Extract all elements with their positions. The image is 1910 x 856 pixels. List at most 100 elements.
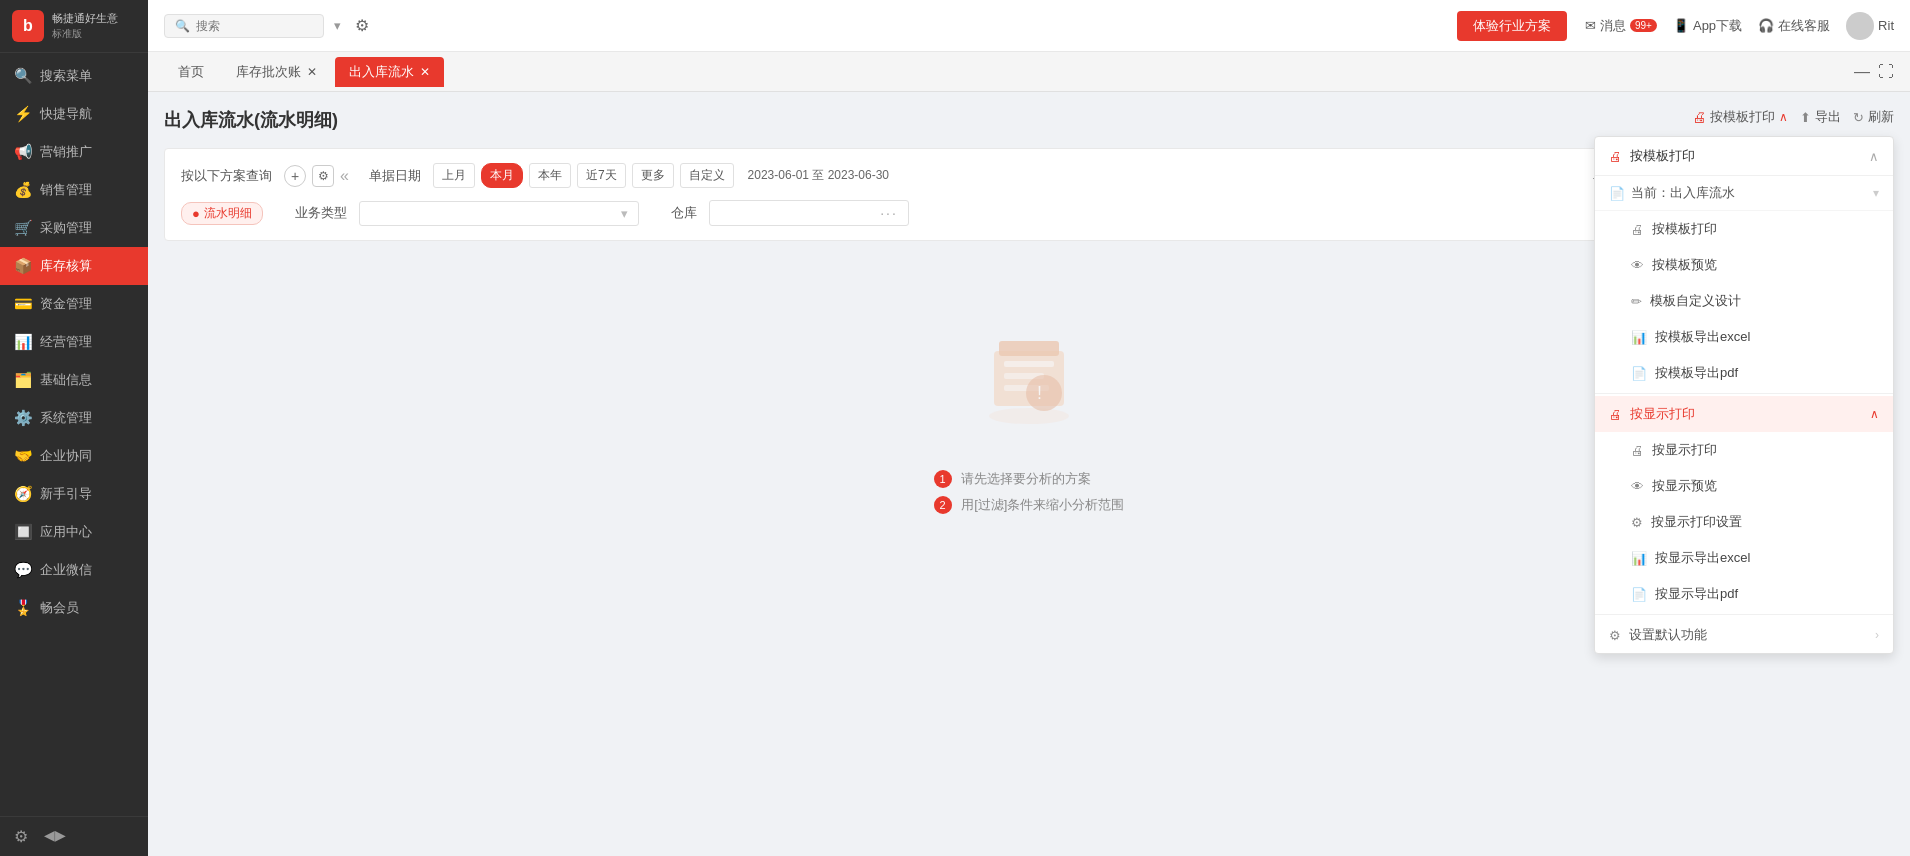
chevron-up-icon-3[interactable]: ∧ [1870,407,1879,421]
date-btn-custom[interactable]: 自定义 [680,163,734,188]
appcenter-nav-icon: 🔲 [14,523,32,541]
export-button[interactable]: ⬆ 导出 [1800,108,1841,126]
empty-step-2: 2 用[过滤]条件来缩小分析范围 [934,492,1125,518]
chevron-down-icon[interactable]: ▾ [334,18,341,33]
biz-type-label: 业务类型 [295,204,347,222]
sidebar-item-basic[interactable]: 🗂️ 基础信息 [0,361,148,399]
user-item[interactable]: Rit [1846,12,1894,40]
tab-home[interactable]: 首页 [164,57,218,87]
svg-rect-2 [999,341,1059,356]
refresh-button[interactable]: ↻ 刷新 [1853,108,1894,126]
sidebar-item-operations[interactable]: 📊 经营管理 [0,323,148,361]
warehouse-select[interactable]: ··· [709,200,909,226]
date-btn-last-month[interactable]: 上月 [433,163,475,188]
main-area: 🔍 ▾ ⚙ 体验行业方案 ✉ 消息 99+ 📱 App下载 🎧 在线客服 Rit [148,0,1910,856]
sidebar-settings-icon[interactable]: ⚙ [14,827,28,846]
chevron-down-icon-2: ▾ [621,206,628,221]
app-download-item[interactable]: 📱 App下载 [1673,17,1742,35]
tab-inventory-batch-label: 库存批次账 [236,63,301,81]
dropdown-item-display-print[interactable]: 🖨 按显示打印 [1595,432,1893,468]
sidebar-fold-icon[interactable]: ◀▶ [44,827,66,846]
filter-tag-icon: ● [192,206,200,221]
service-icon: 🎧 [1758,18,1774,33]
header-search-box[interactable]: 🔍 [164,14,324,38]
display-pdf-label: 按显示导出pdf [1655,585,1738,603]
tab-minimize-icon[interactable]: — [1854,63,1870,81]
sidebar-item-guide[interactable]: 🧭 新手引导 [0,475,148,513]
display-preview-icon: 👁 [1631,479,1644,494]
online-service-item[interactable]: 🎧 在线客服 [1758,17,1830,35]
sidebar-label-enterprise: 企业协同 [40,447,92,465]
dropdown-item-display-pdf[interactable]: 📄 按显示导出pdf [1595,576,1893,612]
sidebar-label-member: 畅会员 [40,599,79,617]
dropdown-item-template-print[interactable]: 🖨 按模板打印 [1595,211,1893,247]
tab-home-label: 首页 [178,63,204,81]
biz-type-select[interactable]: ▾ [359,201,639,226]
page-actions: 🖨 按模板打印 ∧ ⬆ 导出 ↻ 刷新 [1692,108,1894,126]
tab-flow[interactable]: 出入库流水 ✕ [335,57,444,87]
tab-inventory-batch-close[interactable]: ✕ [307,65,317,79]
dropdown-section-display[interactable]: 🖨 按显示打印 ∧ [1595,396,1893,432]
dropdown-item-template-design[interactable]: ✏ 模板自定义设计 [1595,283,1893,319]
tab-flow-label: 出入库流水 [349,63,414,81]
member-nav-icon: 🎖️ [14,599,32,617]
tab-maximize-icon[interactable]: ⛶ [1878,63,1894,81]
date-btn-this-year[interactable]: 本年 [529,163,571,188]
trial-button[interactable]: 体验行业方案 [1457,11,1567,41]
tab-inventory-batch[interactable]: 库存批次账 ✕ [222,57,331,87]
divider [1595,393,1893,394]
sidebar-item-marketing[interactable]: 📢 营销推广 [0,133,148,171]
svg-rect-3 [1004,361,1054,367]
current-label: 当前：出入库流水 [1631,184,1735,202]
sidebar-label-purchase: 采购管理 [40,219,92,237]
dropdown-item-template-pdf[interactable]: 📄 按模板导出pdf [1595,355,1893,391]
dropdown-item-display-excel[interactable]: 📊 按显示导出excel [1595,540,1893,576]
dropdown-item-display-settings[interactable]: ⚙ 按显示打印设置 [1595,504,1893,540]
sidebar-item-wechat[interactable]: 💬 企业微信 [0,551,148,589]
sales-nav-icon: 💰 [14,181,32,199]
empty-illustration: ! [969,321,1089,450]
sidebar-item-member[interactable]: 🎖️ 畅会员 [0,589,148,627]
app-download-label: App下载 [1693,17,1742,35]
print-template-button[interactable]: 🖨 按模板打印 ∧ [1692,108,1788,126]
filter-settings-button[interactable]: ⚙ [312,165,334,187]
dropdown-item-display-preview[interactable]: 👁 按显示预览 [1595,468,1893,504]
dropdown-footer[interactable]: ⚙ 设置默认功能 › [1595,617,1893,653]
sidebar-item-enterprise[interactable]: 🤝 企业协同 [0,437,148,475]
date-btn-7days[interactable]: 近7天 [577,163,626,188]
sidebar-item-appcenter[interactable]: 🔲 应用中心 [0,513,148,551]
marketing-nav-icon: 📢 [14,143,32,161]
download-icon: 📱 [1673,18,1689,33]
collapse-left-icon[interactable]: « [340,167,349,185]
dropdown-item-template-excel[interactable]: 📊 按模板导出excel [1595,319,1893,355]
sidebar-item-inventory[interactable]: 📦 库存核算 [0,247,148,285]
message-item[interactable]: ✉ 消息 99+ [1585,17,1657,35]
chevron-up-icon-2[interactable]: ∧ [1869,149,1879,164]
sidebar-item-shortcut[interactable]: ⚡ 快捷导航 [0,95,148,133]
export-icon: ⬆ [1800,110,1811,125]
footer-label: 设置默认功能 [1629,626,1707,644]
date-btn-this-month[interactable]: 本月 [481,163,523,188]
chevron-down-gray[interactable]: ▾ [1873,186,1879,200]
tab-flow-close[interactable]: ✕ [420,65,430,79]
chevron-up-icon: ∧ [1779,110,1788,124]
dropdown-panel: 🖨 按模板打印 ∧ 📄 当前：出入库流水 ▾ 🖨 按模板打印 👁 按模 [1594,136,1894,654]
printer-icon-2: 🖨 [1609,149,1622,164]
sidebar-label-basic: 基础信息 [40,371,92,389]
dropdown-item-template-preview[interactable]: 👁 按模板预览 [1595,247,1893,283]
sidebar-item-sales[interactable]: 💰 销售管理 [0,171,148,209]
gear-icon[interactable]: ⚙ [355,16,369,35]
search-nav-icon: 🔍 [14,67,32,85]
wechat-nav-icon: 💬 [14,561,32,579]
display-settings-icon: ⚙ [1631,515,1643,530]
sidebar-item-finance[interactable]: 💳 资金管理 [0,285,148,323]
date-btn-more[interactable]: 更多 [632,163,674,188]
basic-nav-icon: 🗂️ [14,371,32,389]
sidebar-label-system: 系统管理 [40,409,92,427]
sidebar-item-search[interactable]: 🔍 搜索菜单 [0,57,148,95]
search-input[interactable] [196,19,296,33]
add-filter-button[interactable]: + [284,165,306,187]
sidebar-item-purchase[interactable]: 🛒 采购管理 [0,209,148,247]
search-icon: 🔍 [175,19,190,33]
sidebar-item-system[interactable]: ⚙️ 系统管理 [0,399,148,437]
